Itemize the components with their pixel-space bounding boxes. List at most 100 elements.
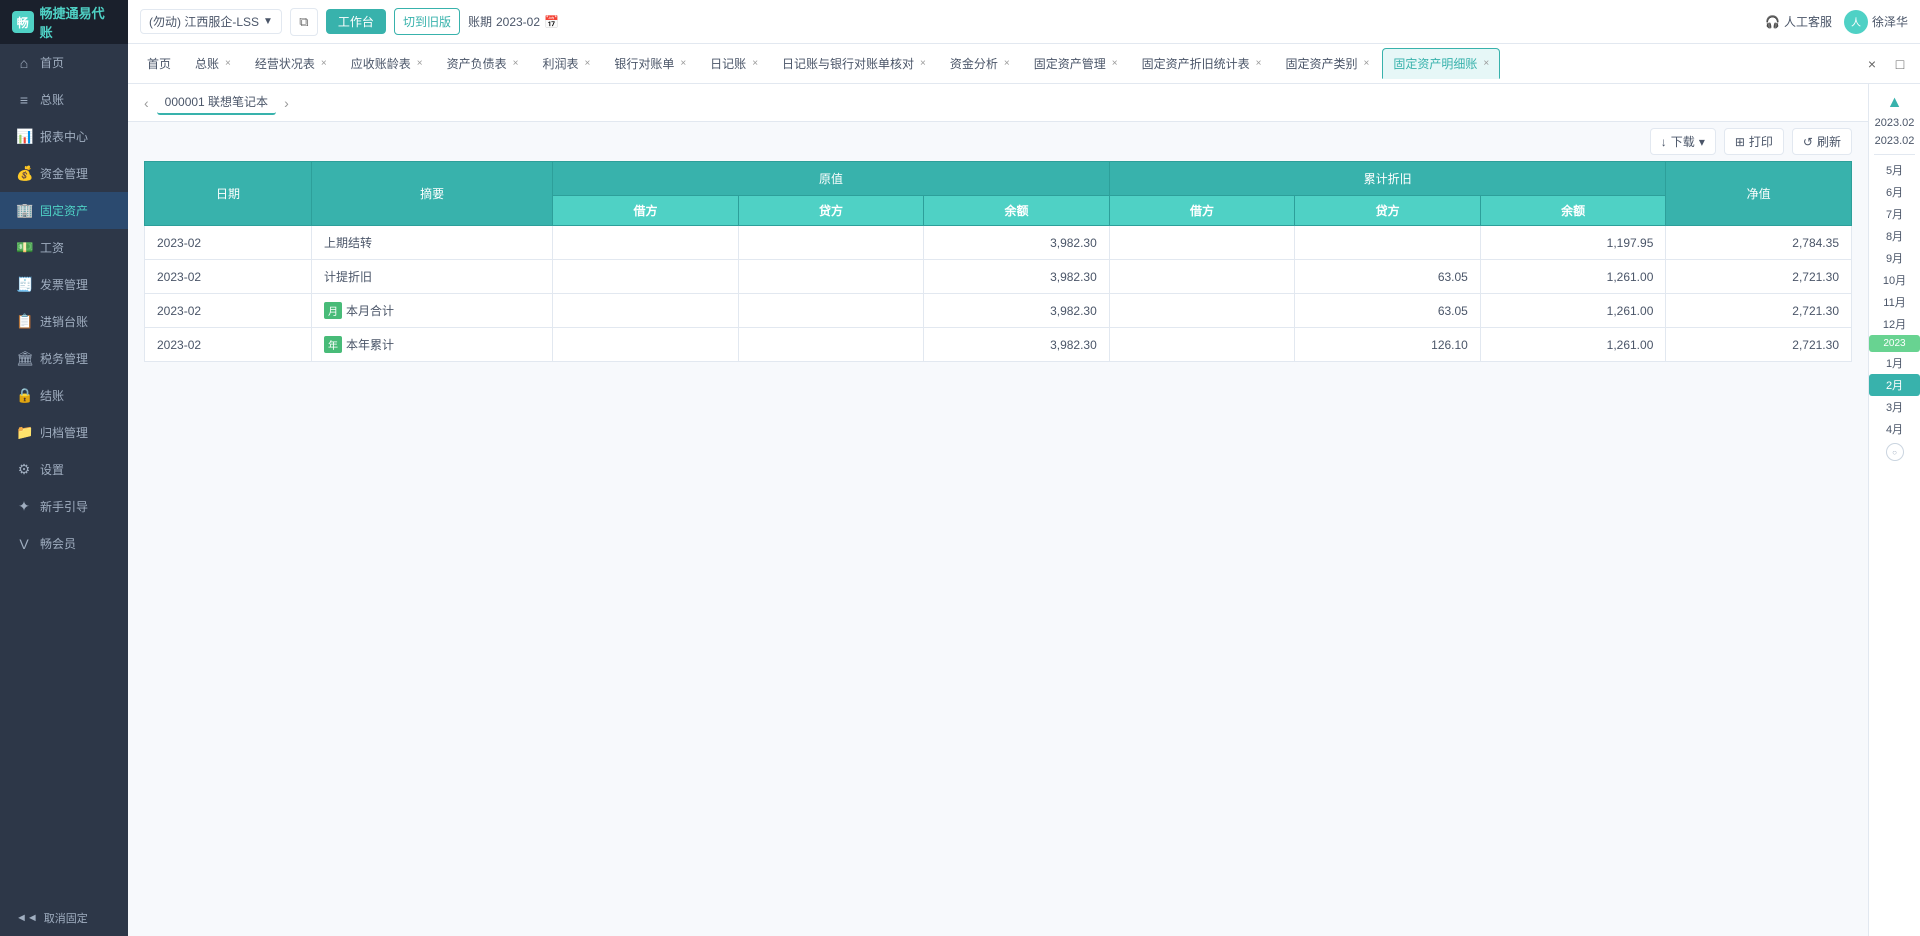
cell-dep-balance: 1,261.00 bbox=[1480, 294, 1666, 328]
tab-close-icon[interactable]: × bbox=[225, 58, 231, 69]
scroll-down-dot[interactable]: ○ bbox=[1886, 443, 1904, 461]
tab-journal-reconcile[interactable]: 日记账与银行对账单核对 × bbox=[771, 48, 937, 79]
calendar-icon: 📅 bbox=[544, 15, 559, 29]
tab-close-icon[interactable]: × bbox=[1112, 58, 1118, 69]
company-selector[interactable]: (勿动) 江西服企-LSS ▼ bbox=[140, 9, 282, 34]
tab-asset-depreciation-stats[interactable]: 固定资产折旧统计表 × bbox=[1131, 48, 1273, 79]
sidebar-item-reports[interactable]: 📊 报表中心 bbox=[0, 118, 128, 155]
th-dep-balance: 余额 bbox=[1480, 196, 1666, 226]
tab-profit[interactable]: 利润表 × bbox=[531, 48, 601, 79]
tab-close-icon[interactable]: × bbox=[1363, 58, 1369, 69]
workbench-button[interactable]: 工作台 bbox=[326, 9, 386, 34]
close-all-tabs-button[interactable]: × bbox=[1860, 52, 1884, 76]
download-button[interactable]: ↓ 下载 ▾ bbox=[1650, 128, 1716, 155]
month-3[interactable]: 3月 bbox=[1869, 396, 1920, 418]
cell-orig-credit bbox=[738, 226, 924, 260]
tab-label: 固定资产折旧统计表 bbox=[1142, 55, 1250, 72]
tab-asset-management[interactable]: 固定资产管理 × bbox=[1023, 48, 1129, 79]
tab-journal[interactable]: 日记账 × bbox=[699, 48, 769, 79]
cell-orig-debit bbox=[553, 260, 739, 294]
download-label: 下载 bbox=[1671, 133, 1695, 150]
cell-dep-credit: 126.10 bbox=[1295, 328, 1481, 362]
tab-balance-sheet[interactable]: 资产负债表 × bbox=[436, 48, 530, 79]
top-header: (勿动) 江西服企-LSS ▼ ⧉ 工作台 切到旧版 账期 2023-02 📅 … bbox=[128, 0, 1920, 44]
month-4[interactable]: 4月 bbox=[1869, 418, 1920, 440]
sidebar-item-funds[interactable]: 💰 资金管理 bbox=[0, 155, 128, 192]
tab-close-icon[interactable]: × bbox=[584, 58, 590, 69]
sidebar-item-settings[interactable]: ⚙ 设置 bbox=[0, 451, 128, 488]
sidebar-item-home[interactable]: ⌂ 首页 bbox=[0, 44, 128, 81]
month-2-active[interactable]: 2月 bbox=[1869, 374, 1920, 396]
tab-label: 固定资产明细账 bbox=[1393, 55, 1477, 72]
tab-bar-actions: × □ bbox=[1860, 52, 1912, 76]
period-item-top2[interactable]: 2023.02 bbox=[1869, 132, 1920, 150]
cell-net-value: 2,784.35 bbox=[1666, 226, 1852, 260]
period-item-top1[interactable]: 2023.02 bbox=[1869, 114, 1920, 132]
month-1[interactable]: 1月 bbox=[1869, 352, 1920, 374]
customer-service-button[interactable]: 🎧 人工客服 bbox=[1765, 13, 1832, 30]
month-12[interactable]: 12月 bbox=[1869, 313, 1920, 335]
sidebar-item-salary[interactable]: 💵 工资 bbox=[0, 229, 128, 266]
tab-close-icon[interactable]: × bbox=[417, 58, 423, 69]
sidebar-item-close[interactable]: 🔒 结账 bbox=[0, 377, 128, 414]
month-8[interactable]: 8月 bbox=[1869, 225, 1920, 247]
tab-asset-category[interactable]: 固定资产类别 × bbox=[1274, 48, 1380, 79]
month-10[interactable]: 10月 bbox=[1869, 269, 1920, 291]
sidebar-item-assets[interactable]: 🏢 固定资产 bbox=[0, 192, 128, 229]
tab-ledger[interactable]: 总账 × bbox=[184, 48, 242, 79]
sidebar-item-invoice[interactable]: 🧾 发票管理 bbox=[0, 266, 128, 303]
sidebar-item-ledger[interactable]: ≡ 总账 bbox=[0, 81, 128, 118]
th-orig-debit: 借方 bbox=[553, 196, 739, 226]
tab-close-icon[interactable]: × bbox=[1004, 58, 1010, 69]
tab-close-icon[interactable]: × bbox=[1256, 58, 1262, 69]
subnav-asset-item[interactable]: 000001 联想笔记本 bbox=[157, 90, 276, 115]
table-row: 2023-02 月本月合计 3,982.30 63.05 1,261.00 2,… bbox=[145, 294, 1852, 328]
tab-close-icon[interactable]: × bbox=[680, 58, 686, 69]
sidebar-item-vip[interactable]: V 畅会员 bbox=[0, 525, 128, 562]
tab-close-icon[interactable]: × bbox=[1483, 58, 1489, 69]
table-row: 2023-02 上期结转 3,982.30 1,197.95 2,784.35 bbox=[145, 226, 1852, 260]
sidebar-item-label: 总账 bbox=[40, 91, 64, 108]
pin-label: 取消固定 bbox=[44, 910, 88, 926]
scroll-up-button[interactable]: ▲ bbox=[1885, 92, 1905, 114]
month-11[interactable]: 11月 bbox=[1869, 291, 1920, 313]
sidebar: 畅 畅捷通易代账 ⌂ 首页 ≡ 总账 📊 报表中心 💰 资金管理 🏢 固定资产 … bbox=[0, 0, 128, 936]
switch-version-button[interactable]: 切到旧版 bbox=[394, 8, 460, 35]
sidebar-item-tax[interactable]: 🏛 税务管理 bbox=[0, 340, 128, 377]
th-accumulated-depreciation: 累计折旧 bbox=[1109, 162, 1666, 196]
tab-home[interactable]: 首页 bbox=[136, 48, 182, 79]
user-profile-button[interactable]: 人 徐泽华 bbox=[1844, 10, 1908, 34]
tab-bank-statement[interactable]: 银行对账单 × bbox=[603, 48, 697, 79]
cell-date: 2023-02 bbox=[145, 260, 312, 294]
cell-dep-credit: 63.05 bbox=[1295, 294, 1481, 328]
pin-button[interactable]: ◄◄ 取消固定 bbox=[0, 900, 128, 936]
month-5[interactable]: 5月 bbox=[1869, 159, 1920, 181]
print-button[interactable]: ⊞ 打印 bbox=[1724, 128, 1784, 155]
copy-button[interactable]: ⧉ bbox=[290, 8, 318, 36]
maximize-button[interactable]: □ bbox=[1888, 52, 1912, 76]
tab-close-icon[interactable]: × bbox=[752, 58, 758, 69]
cell-orig-balance: 3,982.30 bbox=[924, 226, 1110, 260]
salary-icon: 💵 bbox=[16, 239, 32, 256]
sidebar-item-newbie[interactable]: ✦ 新手引导 bbox=[0, 488, 128, 525]
next-arrow-icon[interactable]: › bbox=[284, 95, 289, 111]
sidebar-item-archive[interactable]: 📁 归档管理 bbox=[0, 414, 128, 451]
tab-close-icon[interactable]: × bbox=[321, 58, 327, 69]
app-name: 畅捷通易代账 bbox=[40, 3, 116, 41]
tab-close-icon[interactable]: × bbox=[513, 58, 519, 69]
sidebar-item-sales[interactable]: 📋 进销台账 bbox=[0, 303, 128, 340]
tab-fund-analysis[interactable]: 资金分析 × bbox=[939, 48, 1021, 79]
month-7[interactable]: 7月 bbox=[1869, 203, 1920, 225]
sidebar-item-label: 归档管理 bbox=[40, 424, 88, 441]
headset-icon: 🎧 bbox=[1765, 15, 1780, 29]
th-net-value: 净值 bbox=[1666, 162, 1852, 226]
refresh-button[interactable]: ↺ 刷新 bbox=[1792, 128, 1852, 155]
month-6[interactable]: 6月 bbox=[1869, 181, 1920, 203]
tab-business-status[interactable]: 经营状况表 × bbox=[244, 48, 338, 79]
tab-asset-detail[interactable]: 固定资产明细账 × bbox=[1382, 48, 1500, 79]
month-9[interactable]: 9月 bbox=[1869, 247, 1920, 269]
tab-receivable-aging[interactable]: 应收账龄表 × bbox=[340, 48, 434, 79]
prev-arrow-icon[interactable]: ‹ bbox=[144, 95, 149, 111]
right-panel: ▲ 2023.02 2023.02 5月 6月 7月 8月 9月 10月 11月… bbox=[1868, 84, 1920, 936]
tab-close-icon[interactable]: × bbox=[920, 58, 926, 69]
